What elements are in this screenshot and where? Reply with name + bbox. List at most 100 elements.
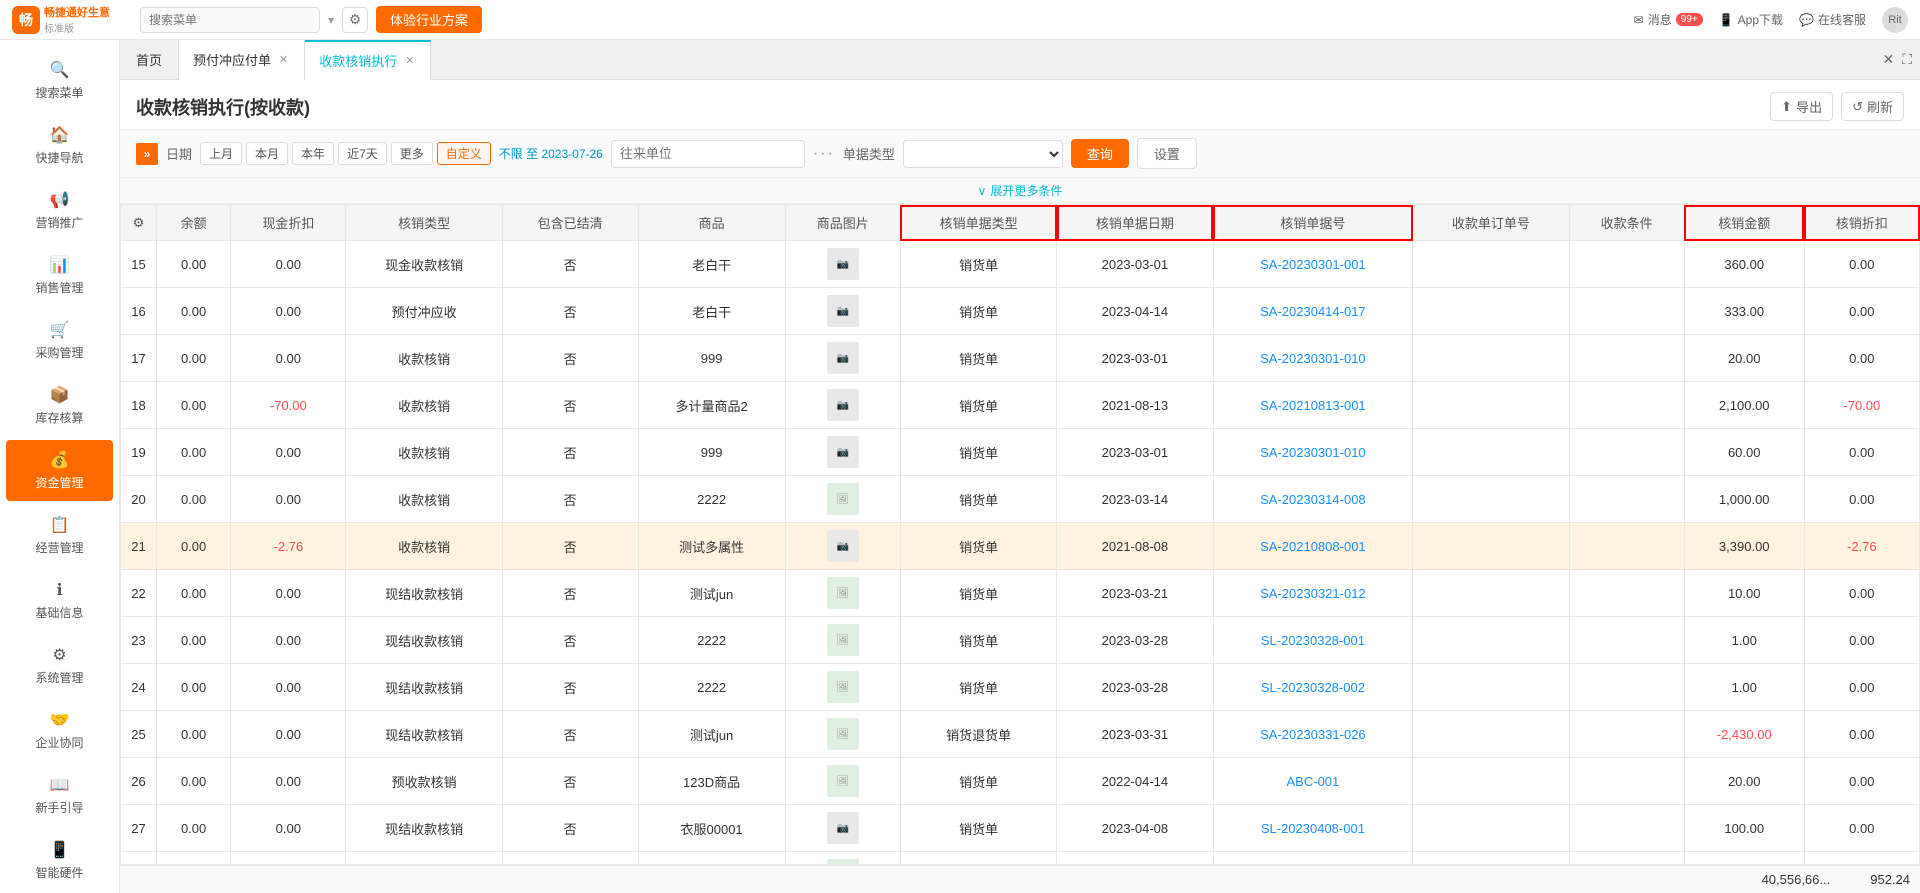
- export-button[interactable]: ⬆ 导出: [1770, 92, 1833, 121]
- row-id: 27: [121, 805, 157, 852]
- row-write-off-discount: 0.00: [1804, 852, 1919, 865]
- bill-no-link[interactable]: SA-20210808-001: [1260, 539, 1366, 554]
- row-goods-img: 📷: [785, 335, 900, 382]
- expand-more-button[interactable]: ∨ 展开更多条件: [124, 182, 1916, 199]
- tab-prepay[interactable]: 预付冲应付单 ✕: [179, 40, 305, 80]
- row-id: 28: [121, 852, 157, 865]
- this-month-button[interactable]: 本月: [246, 142, 288, 165]
- row-write-off-amount: 3,390.00: [1684, 523, 1804, 570]
- row-write-off-bill-no[interactable]: SA-20230331-026: [1213, 711, 1413, 758]
- online-service-button[interactable]: 💬 在线客服: [1799, 11, 1866, 28]
- bill-no-link[interactable]: SA-20230331-026: [1260, 727, 1366, 742]
- close-window-icon[interactable]: ✕: [1882, 51, 1894, 68]
- this-year-button[interactable]: 本年: [292, 142, 334, 165]
- row-goods-img: 📷: [785, 382, 900, 429]
- bill-no-link[interactable]: SA-20230321-012: [1260, 586, 1366, 601]
- chevron-down-icon[interactable]: ▾: [328, 13, 334, 27]
- sidebar-item-search[interactable]: 🔍 搜索菜单: [6, 50, 113, 111]
- table-container[interactable]: ⚙ 余额 现金折扣 核销类型 包含已结清 商品 商品图片 核销单据类型 核销单据…: [120, 204, 1920, 864]
- table-row: 23 0.00 0.00 现结收款核销 否 2222 🖼 销货单 2023-03…: [121, 617, 1920, 664]
- app-download-button[interactable]: 📱 App下载: [1719, 11, 1783, 28]
- tab-close-write-off[interactable]: ✕: [403, 52, 416, 69]
- sidebar-item-system[interactable]: ⚙ 系统管理: [6, 635, 113, 696]
- bill-no-link[interactable]: ABC-001: [1287, 774, 1340, 789]
- filter-expand-button[interactable]: »: [136, 143, 158, 165]
- partner-input[interactable]: [611, 140, 805, 168]
- bill-no-link[interactable]: SA-20230301-001: [1260, 257, 1366, 272]
- sidebar-item-basics[interactable]: ℹ 基础信息: [6, 570, 113, 631]
- row-write-off-bill-no[interactable]: SA-20210808-001: [1213, 523, 1413, 570]
- sidebar-item-cooperation[interactable]: 🤝 企业协同: [6, 700, 113, 761]
- bill-no-link[interactable]: SA-20230314-008: [1260, 492, 1366, 507]
- bill-no-link[interactable]: SL-20230328-002: [1261, 680, 1365, 695]
- user-avatar[interactable]: Rit: [1882, 7, 1908, 33]
- setting-button[interactable]: 设置: [1137, 138, 1197, 169]
- custom-period-button[interactable]: 自定义: [437, 142, 491, 165]
- row-write-off-bill-no[interactable]: ABC-001: [1213, 758, 1413, 805]
- row-write-off-amount: 60.00: [1684, 429, 1804, 476]
- row-write-off-discount: -2.76: [1804, 523, 1919, 570]
- col-goods-img: 商品图片: [785, 205, 900, 241]
- row-write-off-bill-no[interactable]: SL-20230328-002: [1213, 664, 1413, 711]
- row-write-off-bill-no[interactable]: SL-20230328-001: [1213, 617, 1413, 664]
- row-write-off-bill-no[interactable]: SA-20230301-010: [1213, 429, 1413, 476]
- table-row: 17 0.00 0.00 收款核销 否 999 📷 销货单 2023-03-01…: [121, 335, 1920, 382]
- row-write-off-bill-no[interactable]: SA-20210813-001: [1213, 382, 1413, 429]
- sidebar-item-hardware[interactable]: 📱 智能硬件: [6, 830, 113, 891]
- bill-no-link[interactable]: SA-20230414-017: [1260, 304, 1366, 319]
- tab-home[interactable]: 首页: [120, 40, 179, 80]
- more-period-button[interactable]: 更多: [391, 142, 433, 165]
- row-include-closed: 否: [502, 617, 638, 664]
- table-row: 16 0.00 0.00 预付冲应收 否 老白干 📷 销货单 2023-04-1…: [121, 288, 1920, 335]
- bill-no-link[interactable]: SA-20230301-010: [1260, 445, 1366, 460]
- search-input[interactable]: [140, 7, 320, 33]
- row-write-off-amount: 100.00: [1684, 805, 1804, 852]
- row-write-off-bill-type: 销货单: [900, 335, 1056, 382]
- industry-solution-button[interactable]: 体验行业方案: [376, 6, 482, 33]
- sidebar-item-label: 库存核算: [35, 409, 83, 426]
- tab-close-prepay[interactable]: ✕: [277, 51, 290, 68]
- row-write-off-amount: 20.00: [1684, 758, 1804, 805]
- tab-write-off[interactable]: 收款核销执行 ✕: [305, 40, 431, 80]
- row-cash-discount: 0.00: [231, 711, 346, 758]
- bill-no-link[interactable]: SA-20210813-001: [1260, 398, 1366, 413]
- bill-no-link[interactable]: SA-20230301-010: [1260, 351, 1366, 366]
- sidebar-item-quick-nav[interactable]: 🏠 快捷导航: [6, 115, 113, 176]
- row-write-off-bill-no[interactable]: SL-20230418-001: [1213, 852, 1413, 865]
- sidebar-item-inventory[interactable]: 📦 库存核算: [6, 375, 113, 436]
- row-receipt-cond: [1569, 523, 1684, 570]
- row-write-off-date: 2021-08-13: [1057, 382, 1213, 429]
- settings-button[interactable]: ⚙: [342, 7, 368, 33]
- row-write-off-bill-no[interactable]: SL-20230408-001: [1213, 805, 1413, 852]
- bill-type-select[interactable]: [903, 140, 1063, 168]
- row-write-off-bill-no[interactable]: SA-20230314-008: [1213, 476, 1413, 523]
- last-7days-button[interactable]: 近7天: [338, 142, 387, 165]
- sidebar-item-operations[interactable]: 📋 经营管理: [6, 505, 113, 566]
- partner-more-icon[interactable]: ···: [813, 145, 835, 163]
- row-write-off-discount: 0.00: [1804, 570, 1919, 617]
- bill-no-link[interactable]: SL-20230408-001: [1261, 821, 1365, 836]
- row-write-off-bill-no[interactable]: SA-20230301-001: [1213, 241, 1413, 288]
- sidebar-item-label: 营销推广: [35, 214, 83, 231]
- maximize-icon[interactable]: ⛶: [1902, 51, 1912, 68]
- row-balance: 0.00: [157, 852, 231, 865]
- goods-thumbnail: 📷: [827, 295, 859, 327]
- sidebar-item-finance[interactable]: 💰 资金管理: [6, 440, 113, 501]
- last-month-button[interactable]: 上月: [200, 142, 242, 165]
- sidebar-item-purchase[interactable]: 🛒 采购管理: [6, 310, 113, 371]
- query-button[interactable]: 查询: [1071, 139, 1129, 168]
- sidebar-item-guide[interactable]: 📖 新手引导: [6, 765, 113, 826]
- row-write-off-bill-no[interactable]: SA-20230414-017: [1213, 288, 1413, 335]
- sidebar-item-marketing[interactable]: 📢 营销推广: [6, 180, 113, 241]
- purchase-icon: 🛒: [50, 320, 70, 340]
- bill-no-link[interactable]: SL-20230328-001: [1261, 633, 1365, 648]
- row-goods: 2222: [638, 476, 785, 523]
- row-write-off-bill-no[interactable]: SA-20230301-010: [1213, 335, 1413, 382]
- refresh-button[interactable]: ↺ 刷新: [1841, 92, 1904, 121]
- messages-button[interactable]: ✉ 消息 99+: [1634, 11, 1703, 28]
- col-settings[interactable]: ⚙: [121, 205, 157, 241]
- sidebar-item-sales[interactable]: 📊 销售管理: [6, 245, 113, 306]
- row-write-off-date: 2023-03-01: [1057, 335, 1213, 382]
- row-write-off-bill-no[interactable]: SA-20230321-012: [1213, 570, 1413, 617]
- brand: 畅 畅捷通好生意 标准版: [12, 4, 132, 35]
